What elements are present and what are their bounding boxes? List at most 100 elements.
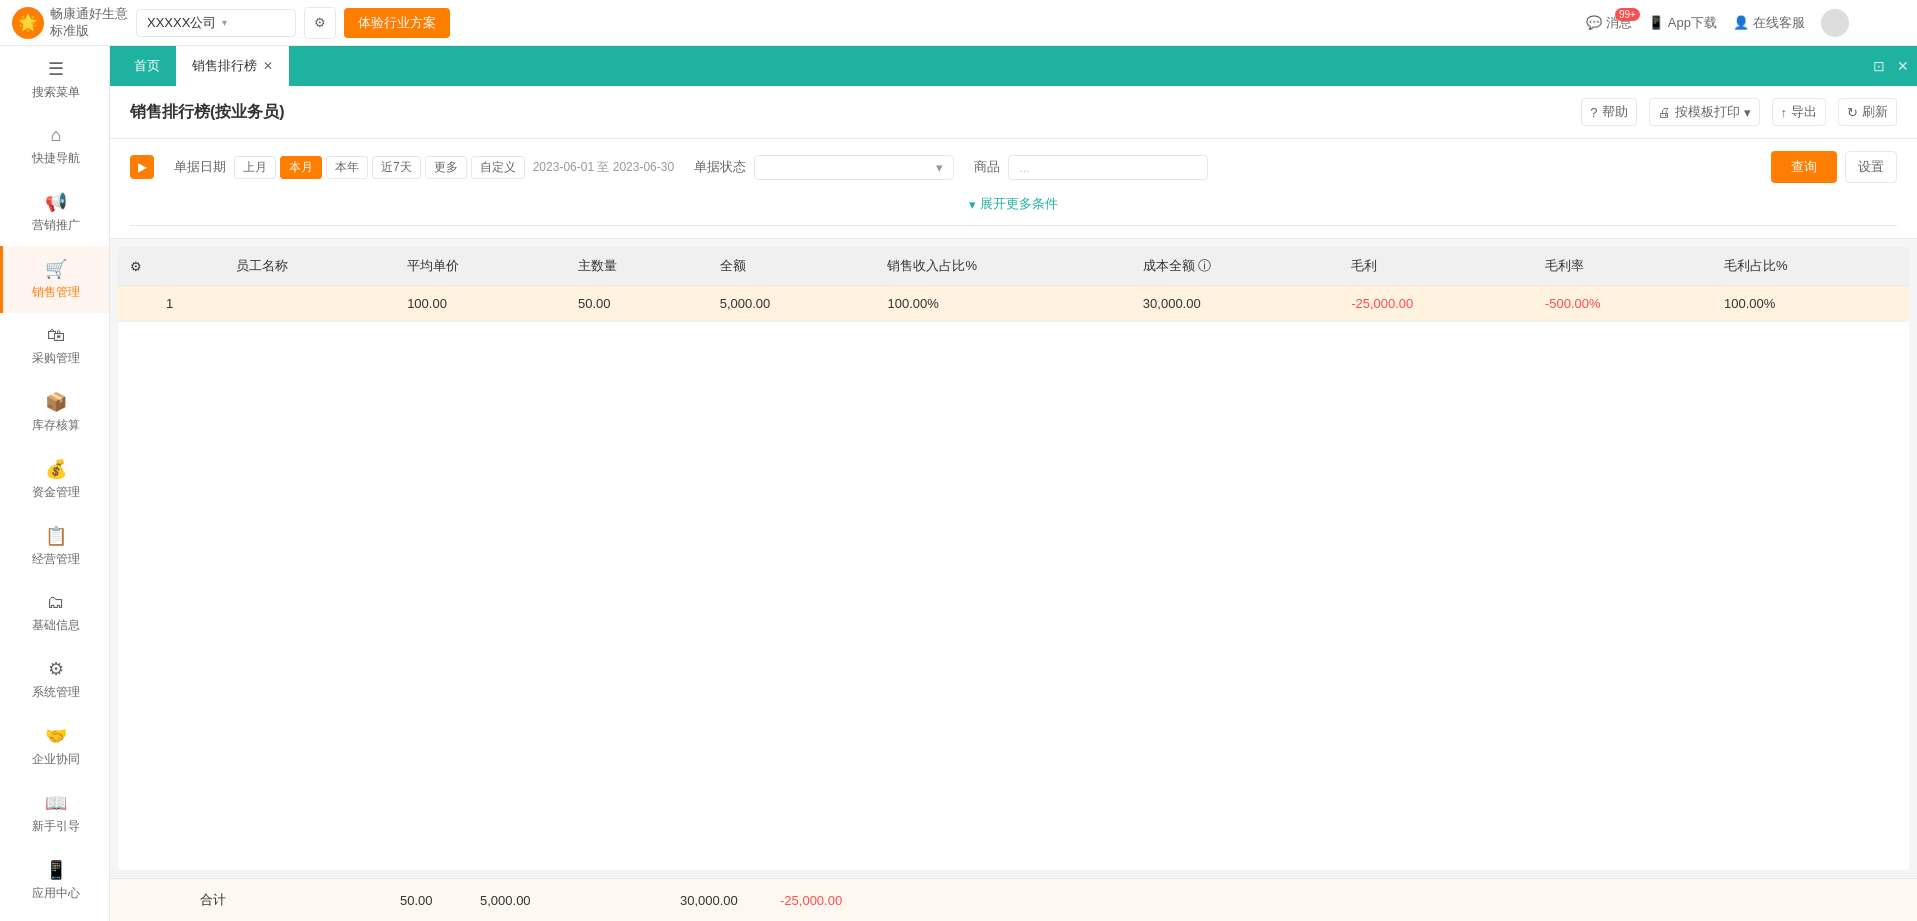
td-avg-price: 100.00	[395, 286, 566, 322]
filter-row-1: ▶ 单据日期 上月 本月 本年 近7天 更多 自定义 2023-06-01 至 …	[130, 151, 1897, 183]
th-gross-ratio: 毛利占比%	[1712, 247, 1909, 286]
refresh-icon: ↻	[1847, 105, 1858, 120]
close-window-icon[interactable]: ✕	[1897, 58, 1909, 74]
sidebar-item-label: 采购管理	[32, 350, 80, 367]
td-quantity: 50.00	[566, 286, 708, 322]
sidebar-item-shortcut[interactable]: ⌂ 快捷导航	[0, 113, 109, 179]
sidebar-item-label: 快捷导航	[32, 150, 80, 167]
help-button[interactable]: ? 帮助	[1581, 98, 1636, 126]
maximize-icon[interactable]: ⊡	[1873, 58, 1885, 74]
td-gross: -25,000.00	[1339, 286, 1533, 322]
sidebar-item-label: 资金管理	[32, 484, 80, 501]
content-area: 首页 销售排行榜 ✕ ⊡ ✕ 销售排行榜(按业务员) ? 帮助	[110, 46, 1917, 921]
sidebar-item-label: 应用中心	[32, 885, 80, 902]
marketing-icon: 📢	[45, 191, 67, 213]
th-amount: 全额	[708, 247, 876, 286]
date-btn-this-year[interactable]: 本年	[326, 156, 368, 179]
finance-icon: 💰	[45, 458, 67, 480]
sidebar-item-search[interactable]: ☰ 搜索菜单	[0, 46, 109, 113]
sidebar-item-basic[interactable]: 🗂 基础信息	[0, 580, 109, 646]
date-range-text: 2023-06-01 至 2023-06-30	[533, 159, 674, 176]
sidebar-item-sales[interactable]: 🛒 销售管理	[0, 246, 109, 313]
date-btn-7days[interactable]: 近7天	[372, 156, 421, 179]
th-gross: 毛利	[1339, 247, 1533, 286]
date-btn-custom[interactable]: 自定义	[471, 156, 525, 179]
th-gross-rate: 毛利率	[1533, 247, 1712, 286]
sidebar-item-ops[interactable]: 📋 经营管理	[0, 513, 109, 580]
sidebar-item-wechat[interactable]: 💬 企业微信	[0, 914, 109, 921]
sidebar-item-label: 库存核算	[32, 417, 80, 434]
filter-group-status: 单据状态 ▾	[694, 155, 954, 180]
print-chevron-icon: ▾	[1744, 105, 1751, 120]
home-icon: ⌂	[51, 125, 62, 146]
tab-window-controls: ⊡ ✕	[1873, 58, 1909, 74]
user-name	[1865, 9, 1905, 37]
date-btn-more[interactable]: 更多	[425, 156, 467, 179]
settings-filter-button[interactable]: 设置	[1845, 151, 1897, 183]
th-rank	[154, 247, 224, 286]
footer-cost: 30,000.00	[668, 889, 768, 912]
sidebar-item-system[interactable]: ⚙ 系统管理	[0, 646, 109, 713]
print-button[interactable]: 🖨 按模板打印 ▾	[1649, 98, 1760, 126]
th-cost: 成本全额 ⓘ	[1131, 247, 1339, 286]
table-row: 1 100.00 50.00 5,000.00 100.00% 30,000.0…	[118, 286, 1909, 322]
th-settings[interactable]: ⚙	[118, 247, 154, 286]
query-button[interactable]: 查询	[1771, 151, 1837, 183]
settings-button[interactable]: ⚙	[304, 7, 336, 39]
footer-amount: 5,000.00	[468, 889, 568, 912]
sidebar: ☰ 搜索菜单 ⌂ 快捷导航 📢 营销推广 🛒 销售管理 🛍 采购管理 📦 库存核…	[0, 46, 110, 921]
date-filter-label: 单据日期	[174, 158, 226, 176]
sidebar-item-guide[interactable]: 📖 新手引导	[0, 780, 109, 847]
export-icon: ↑	[1781, 105, 1788, 120]
refresh-button[interactable]: ↻ 刷新	[1838, 98, 1897, 126]
company-name: XXXXX公司	[147, 14, 216, 32]
sidebar-item-purchase[interactable]: 🛍 采购管理	[0, 313, 109, 379]
service-icon: 👤	[1733, 15, 1749, 30]
date-btn-this-month[interactable]: 本月	[280, 156, 322, 179]
status-filter-label: 单据状态	[694, 158, 746, 176]
logo-icon: 🌟	[12, 7, 44, 39]
filter-toggle-button[interactable]: ▶	[130, 155, 154, 179]
trial-button[interactable]: 体验行业方案	[344, 8, 450, 38]
search-menu-icon: ☰	[48, 58, 64, 80]
footer-gross: -25,000.00	[768, 889, 868, 912]
expand-more-button[interactable]: ▾ 展开更多条件	[963, 189, 1064, 219]
td-amount: 5,000.00	[708, 286, 876, 322]
sidebar-item-apps[interactable]: 📱 应用中心	[0, 847, 109, 914]
query-actions: 查询 设置	[1771, 151, 1897, 183]
tab-sales-ranking[interactable]: 销售排行榜 ✕	[176, 46, 289, 86]
online-service-button[interactable]: 👤 在线客服	[1733, 14, 1805, 32]
message-badge: 99+	[1615, 8, 1640, 21]
th-employee: 员工名称	[224, 247, 395, 286]
sidebar-item-collab[interactable]: 🤝 企业协同	[0, 713, 109, 780]
sidebar-item-inventory[interactable]: 📦 库存核算	[0, 379, 109, 446]
logo-text: 畅康通好生意 标准版	[50, 6, 128, 40]
sidebar-item-marketing[interactable]: 📢 营销推广	[0, 179, 109, 246]
tab-close-icon[interactable]: ✕	[263, 59, 273, 73]
footer-rank-col	[158, 896, 188, 904]
app-download-button[interactable]: 📱 App下载	[1648, 14, 1717, 32]
td-gross-rate: -500.00%	[1533, 286, 1712, 322]
message-button[interactable]: 💬 消息 99+	[1586, 14, 1632, 32]
table-header-row: ⚙ 员工名称 平均单价 主数量 全额 销售收入占比% 成本全额 ⓘ 毛利 毛利率…	[118, 247, 1909, 286]
main-layout: ☰ 搜索菜单 ⌂ 快捷导航 📢 营销推广 🛒 销售管理 🛍 采购管理 📦 库存核…	[0, 46, 1917, 921]
sidebar-item-finance[interactable]: 💰 资金管理	[0, 446, 109, 513]
td-settings	[118, 286, 154, 322]
status-select[interactable]: ▾	[754, 155, 954, 180]
goods-input[interactable]: ...	[1008, 155, 1208, 180]
filter-group-date: 单据日期 上月 本月 本年 近7天 更多 自定义 2023-06-01 至 20…	[174, 156, 674, 179]
td-rank: 1	[154, 286, 224, 322]
print-icon: 🖨	[1658, 105, 1671, 120]
export-button[interactable]: ↑ 导出	[1772, 98, 1827, 126]
sales-icon: 🛒	[45, 258, 67, 280]
sidebar-item-label: 系统管理	[32, 684, 80, 701]
basic-icon: 🗂	[47, 592, 65, 613]
avatar[interactable]	[1821, 9, 1849, 37]
date-btn-last-month[interactable]: 上月	[234, 156, 276, 179]
sidebar-item-label: 基础信息	[32, 617, 80, 634]
footer-quantity: 50.00	[388, 889, 468, 912]
guide-icon: 📖	[45, 792, 67, 814]
tab-home[interactable]: 首页	[118, 46, 176, 86]
tabs-bar: 首页 销售排行榜 ✕ ⊡ ✕	[110, 46, 1917, 86]
company-selector[interactable]: XXXXX公司 ▾	[136, 9, 296, 37]
